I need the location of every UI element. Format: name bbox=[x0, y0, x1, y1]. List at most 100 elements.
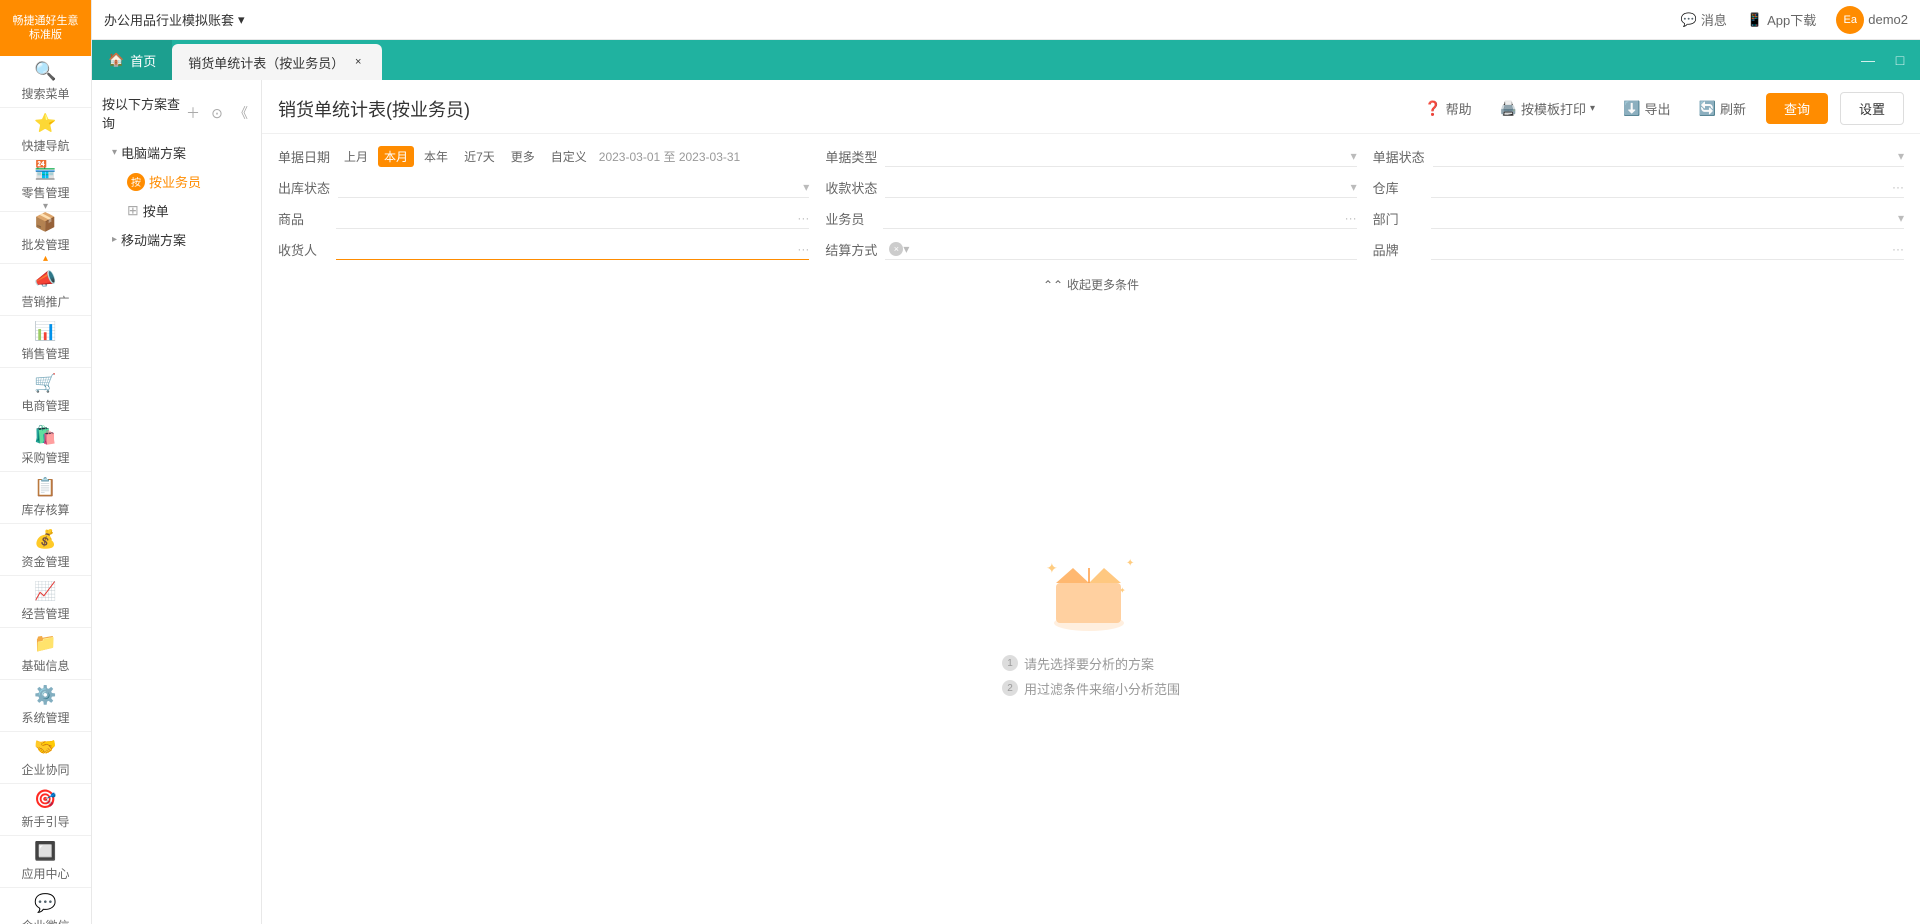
sidebar-item-ecommerce[interactable]: 🛒 电商管理 bbox=[0, 368, 91, 420]
sidebar-item-search[interactable]: 🔍 搜索菜单 bbox=[0, 56, 91, 108]
sidebar-collab-label: 企业协同 bbox=[21, 761, 69, 778]
print-icon: 🖨️ bbox=[1500, 100, 1517, 117]
tab-minimize-btn[interactable]: — bbox=[1856, 48, 1880, 72]
tree-item-salesperson[interactable]: 按 按业务员 bbox=[92, 167, 261, 196]
expand-mobile-arrow-icon: ▸ bbox=[112, 234, 117, 245]
tree-group-mobile[interactable]: ▸ 移动端方案 bbox=[92, 225, 261, 254]
refresh-label: 刷新 bbox=[1720, 99, 1746, 118]
receiver-label: 收货人 bbox=[278, 240, 328, 259]
print-arrow-icon: ▾ bbox=[1590, 103, 1595, 114]
sidebar-item-wholesale[interactable]: 📦 批发管理 ▴ bbox=[0, 212, 91, 264]
avatar: Ea bbox=[1836, 6, 1864, 34]
filter-docstatus: 单据状态 ▾ bbox=[1373, 146, 1904, 167]
date-tab-thismonth[interactable]: 本月 bbox=[378, 146, 414, 167]
system-icon: ⚙️ bbox=[34, 685, 56, 706]
basic-icon: 📁 bbox=[34, 633, 56, 654]
filter-collectstatus: 收款状态 ▾ bbox=[825, 177, 1356, 198]
app-logo: 畅捷通好生意 标准版 bbox=[0, 0, 91, 56]
export-btn[interactable]: ⬇️ 导出 bbox=[1615, 95, 1678, 122]
refresh-icon: 🔄 bbox=[1699, 100, 1716, 117]
receiver-control[interactable]: ··· bbox=[336, 239, 809, 260]
weixin-icon: 💬 bbox=[34, 893, 56, 914]
payment-clear-btn[interactable]: × bbox=[889, 242, 903, 256]
sidebar-item-inventory[interactable]: 📋 库存核算 bbox=[0, 472, 91, 524]
sidebar-item-basic[interactable]: 📁 基础信息 bbox=[0, 628, 91, 680]
filter-salesperson: 业务员 ··· bbox=[825, 208, 1356, 229]
message-btn[interactable]: 💬 消息 bbox=[1681, 10, 1727, 29]
chevron-icon: ▾ bbox=[43, 201, 48, 212]
page-header-actions: ❓ 帮助 🖨️ 按模板打印 ▾ ⬇️ 导出 � bbox=[1416, 92, 1904, 125]
salesperson-control[interactable]: ··· bbox=[883, 208, 1356, 229]
outstatus-control[interactable]: ▾ bbox=[338, 177, 809, 198]
app-download-btn[interactable]: 📱 App下载 bbox=[1747, 10, 1816, 29]
tab-maximize-btn[interactable]: □ bbox=[1888, 48, 1912, 72]
sidebar-item-finance[interactable]: 💰 资金管理 bbox=[0, 524, 91, 576]
date-tab-7days[interactable]: 近7天 bbox=[458, 146, 501, 167]
dept-control[interactable]: ▾ bbox=[1431, 208, 1904, 229]
warehouse-control[interactable]: ··· bbox=[1431, 177, 1904, 198]
sales-icon: 📊 bbox=[34, 321, 56, 342]
date-tab-lastmonth[interactable]: 上月 bbox=[338, 146, 374, 167]
filter-date: 单据日期 上月 本月 本年 近7天 更多 自定义 20 bbox=[278, 146, 809, 167]
settings-btn[interactable]: 设置 bbox=[1840, 92, 1904, 125]
empty-tips: 1 请先选择要分析的方案 2 用过滤条件来缩小分析范围 bbox=[1002, 654, 1180, 698]
sidebar-item-marketing[interactable]: 📣 营销推广 bbox=[0, 264, 91, 316]
sidebar-search-label: 搜索菜单 bbox=[21, 85, 69, 102]
date-tab-thisyear[interactable]: 本年 bbox=[418, 146, 454, 167]
right-panel: 销货单统计表(按业务员) ❓ 帮助 🖨️ 按模板打印 ▾ ⬇️ bbox=[262, 80, 1920, 924]
date-tab-more[interactable]: 更多 bbox=[505, 146, 541, 167]
sidebar-item-weixin[interactable]: 💬 企业微信 bbox=[0, 888, 91, 924]
doctype-control[interactable]: ▾ bbox=[885, 146, 1356, 167]
sidebar-item-sales[interactable]: 📊 销售管理 bbox=[0, 316, 91, 368]
sidebar-item-retail[interactable]: 🏪 零售管理 ▾ bbox=[0, 160, 91, 212]
refresh-btn[interactable]: 🔄 刷新 bbox=[1691, 95, 1754, 122]
docstatus-control[interactable]: ▾ bbox=[1433, 146, 1904, 167]
filter-row-3: 商品 ··· 业务员 ··· bbox=[278, 208, 1904, 229]
tree-group-pc[interactable]: ▾ 电脑端方案 bbox=[92, 138, 261, 167]
tab-home[interactable]: 🏠 首页 bbox=[92, 40, 172, 80]
filter-area: 单据日期 上月 本月 本年 近7天 更多 自定义 20 bbox=[262, 134, 1920, 311]
collapse-filters-btn[interactable]: ⌃⌃ 收起更多条件 bbox=[278, 270, 1904, 299]
retail-icon: 🏪 bbox=[34, 160, 56, 181]
date-label: 单据日期 bbox=[278, 147, 330, 166]
brand-control[interactable]: ··· bbox=[1431, 239, 1904, 260]
message-label: 消息 bbox=[1701, 10, 1727, 29]
empty-state: ✦ ✦ ✦ 1 请先选择要分析的方案 2 用过滤条件来缩小分析范围 bbox=[262, 311, 1920, 924]
marketing-icon: 📣 bbox=[34, 269, 56, 290]
brand-more-icon: ··· bbox=[1892, 242, 1904, 256]
tab-active[interactable]: 销货单统计表（按业务员） × bbox=[172, 44, 382, 80]
dept-arrow-icon: ▾ bbox=[1898, 211, 1904, 225]
user-menu[interactable]: Ea demo2 bbox=[1836, 6, 1908, 34]
tab-active-label: 销货单统计表（按业务员） bbox=[188, 53, 344, 72]
sidebar-item-purchase[interactable]: 🛍️ 采购管理 bbox=[0, 420, 91, 472]
app-download-label: App下载 bbox=[1767, 10, 1816, 29]
salesperson-label: 业务员 bbox=[825, 209, 875, 228]
help-btn[interactable]: ❓ 帮助 bbox=[1416, 95, 1479, 122]
sidebar-item-guide[interactable]: 🎯 新手引导 bbox=[0, 784, 91, 836]
page-header: 销货单统计表(按业务员) ❓ 帮助 🖨️ 按模板打印 ▾ ⬇️ bbox=[262, 80, 1920, 134]
sidebar-item-system[interactable]: ⚙️ 系统管理 bbox=[0, 680, 91, 732]
sidebar-item-apps[interactable]: 🔲 应用中心 bbox=[0, 836, 91, 888]
tab-close-btn[interactable]: × bbox=[350, 54, 366, 70]
tree-item-order-label: 按单 bbox=[143, 201, 169, 220]
query-btn[interactable]: 查询 bbox=[1766, 93, 1828, 124]
sidebar-item-operations[interactable]: 📈 经营管理 bbox=[0, 576, 91, 628]
topbar-title: 办公用品行业模拟账套 ▾ bbox=[104, 10, 245, 29]
collapse-panel-btn[interactable]: 《 bbox=[231, 103, 251, 123]
collectstatus-control[interactable]: ▾ bbox=[885, 177, 1356, 198]
sidebar-item-collab[interactable]: 🤝 企业协同 bbox=[0, 732, 91, 784]
sidebar-guide-label: 新手引导 bbox=[21, 813, 69, 830]
payment-control[interactable]: × ▾ bbox=[885, 239, 1356, 260]
date-tab-custom[interactable]: 自定义 bbox=[545, 146, 593, 167]
goods-control[interactable]: ··· bbox=[336, 208, 809, 229]
add-scheme-btn[interactable]: ＋ bbox=[183, 103, 203, 123]
payment-label: 结算方式 bbox=[825, 240, 877, 259]
sidebar-item-quicknav[interactable]: ⭐ 快捷导航 bbox=[0, 108, 91, 160]
sidebar-inventory-label: 库存核算 bbox=[21, 501, 69, 518]
tip-num-1: 1 bbox=[1002, 655, 1018, 671]
scheme-settings-btn[interactable]: ⊙ bbox=[207, 103, 227, 123]
print-btn[interactable]: 🖨️ 按模板打印 ▾ bbox=[1492, 95, 1603, 122]
date-tabs: 上月 本月 本年 近7天 更多 自定义 bbox=[338, 146, 593, 167]
tree-item-order[interactable]: ⊞ 按单 bbox=[92, 196, 261, 225]
topbar-title-arrow[interactable]: ▾ bbox=[238, 12, 245, 28]
